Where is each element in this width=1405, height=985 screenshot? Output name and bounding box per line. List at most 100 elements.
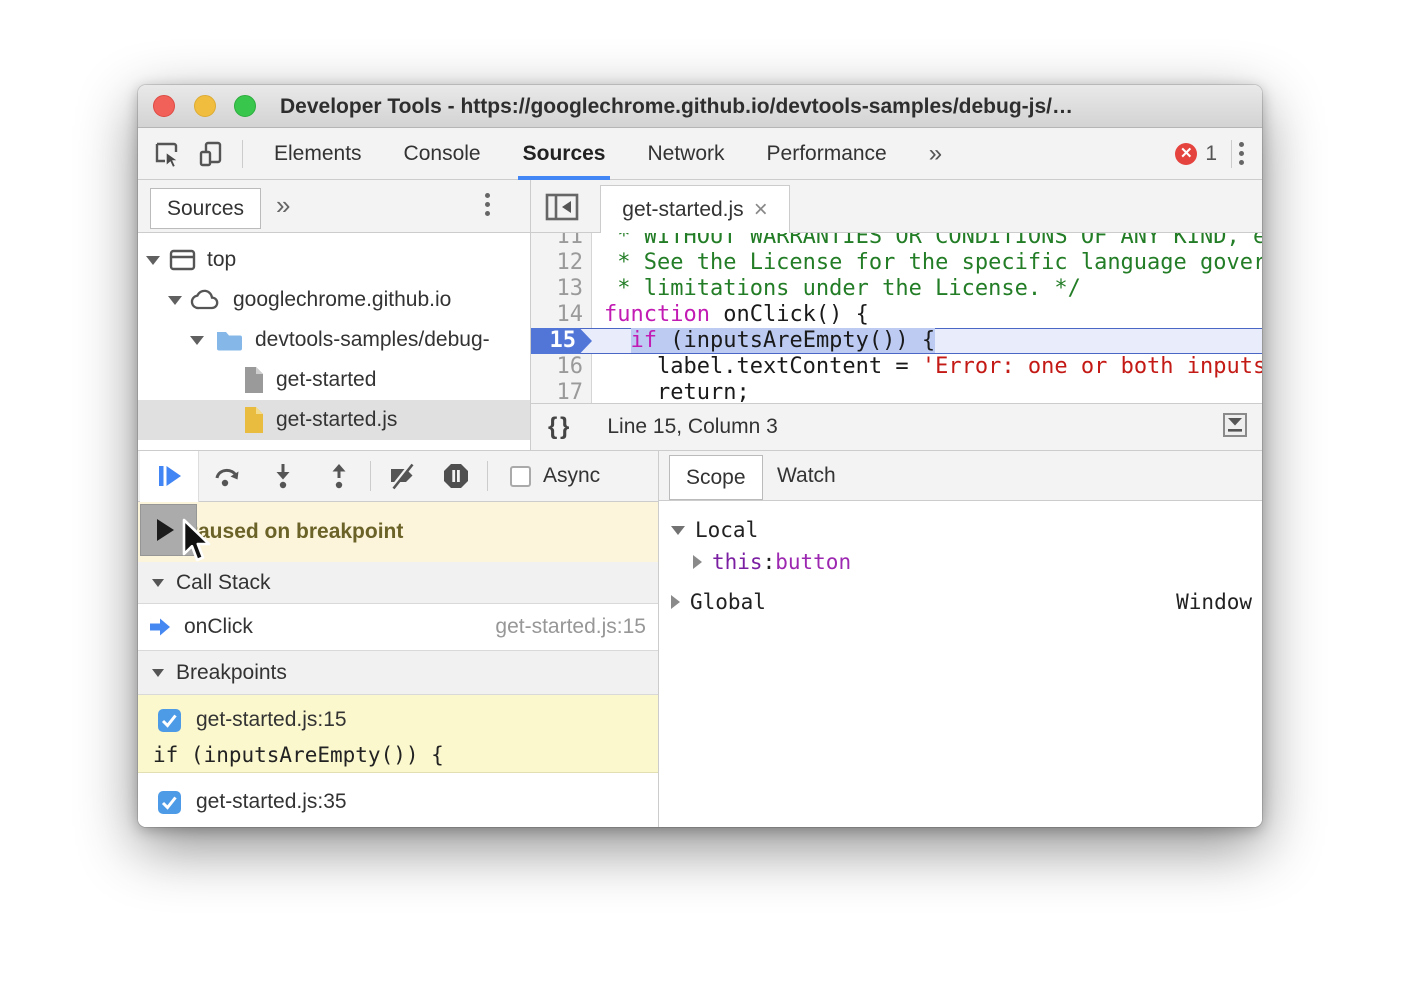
tree-item-get-started[interactable]: get-started <box>138 360 530 400</box>
code-line: 13 * limitations under the License. */ <box>530 276 1262 302</box>
tree-item-get-started-js[interactable]: get-started.js <box>138 400 530 440</box>
toolbar-divider <box>1231 140 1232 168</box>
scope-this-property[interactable]: this: button <box>659 547 1262 577</box>
debugger-toolbar: Async <box>138 451 658 502</box>
scope-pane-header: Scope Watch <box>659 451 1262 501</box>
main-toolbar: Elements Console Sources Network Perform… <box>138 128 1262 180</box>
pause-on-exceptions-button[interactable] <box>433 453 479 499</box>
breakpoint-code: if (inputsAreEmpty()) { <box>153 743 444 767</box>
device-toolbar-icon[interactable] <box>196 139 226 169</box>
error-badge-icon[interactable]: ✕ <box>1175 143 1197 165</box>
step-into-button[interactable] <box>260 453 306 499</box>
scope-local[interactable]: Local <box>659 515 1262 545</box>
toolbar-divider <box>242 140 243 168</box>
line-number[interactable]: 13 <box>530 276 592 302</box>
file-tree: top googlechrome.github.io devtools-samp… <box>138 233 530 452</box>
breakpoint-checkbox[interactable] <box>158 709 181 732</box>
tab-scope[interactable]: Scope <box>669 455 763 500</box>
expand-arrow-icon[interactable] <box>168 296 182 305</box>
collapse-arrow-icon <box>152 579 164 587</box>
step-over-button[interactable] <box>204 453 250 499</box>
title-bar: Developer Tools - https://googlechrome.g… <box>138 85 1262 128</box>
breakpoint-location: get-started.js:15 <box>196 708 347 732</box>
navigator-header: Sources » <box>138 180 530 233</box>
tree-item-top[interactable]: top <box>138 240 530 280</box>
js-file-icon <box>241 406 265 434</box>
scope-global[interactable]: Global Window <box>659 587 1262 617</box>
navigator-menu-icon[interactable] <box>484 193 490 216</box>
line-number[interactable]: 17 <box>530 380 592 403</box>
navigator-tab-sources[interactable]: Sources <box>150 188 261 229</box>
close-tab-icon[interactable]: × <box>754 200 768 220</box>
breakpoint-location: get-started.js:35 <box>196 790 347 814</box>
panel-expand-icon[interactable] <box>1222 412 1248 443</box>
code-line: 12 * See the License for the specific la… <box>530 250 1262 276</box>
navigator-more-tabs-chevron[interactable]: » <box>268 180 298 233</box>
async-label: Async <box>543 464 600 488</box>
minimize-window-button[interactable] <box>194 95 216 117</box>
code-line: 17 return; <box>530 380 1262 403</box>
expand-arrow-icon <box>693 555 702 569</box>
selected-code: if (inputsAreEmpty()) { <box>631 328 936 353</box>
line-number[interactable]: 14 <box>530 302 592 328</box>
tab-performance[interactable]: Performance <box>746 128 908 180</box>
close-window-button[interactable] <box>153 95 175 117</box>
paused-message: Paused on breakpoint <box>184 502 403 562</box>
code-line: 11 * WITHOUT WARRANTIES OR CONDITIONS OF… <box>530 233 1262 250</box>
step-out-button[interactable] <box>316 453 362 499</box>
editor-status-bar: { } Line 15, Column 3 <box>530 403 1262 450</box>
collapse-arrow-icon <box>671 526 685 535</box>
folder-icon <box>214 328 244 352</box>
tab-elements[interactable]: Elements <box>253 128 383 180</box>
collapse-arrow-icon <box>152 669 164 677</box>
expand-arrow-icon[interactable] <box>190 336 204 345</box>
scope-tree: Local this: button Global Window <box>659 502 1262 827</box>
devtools-window: Developer Tools - https://googlechrome.g… <box>138 85 1262 827</box>
execution-pointer-line-number[interactable]: 15 <box>530 328 592 354</box>
tab-sources[interactable]: Sources <box>502 128 627 180</box>
breakpoints-header[interactable]: Breakpoints <box>138 650 658 695</box>
line-number[interactable]: 12 <box>530 250 592 276</box>
active-tab-underline <box>518 176 611 180</box>
navigator-toggle-icon[interactable] <box>544 190 580 223</box>
global-value: Window <box>1176 590 1252 614</box>
tree-item-domain[interactable]: googlechrome.github.io <box>138 280 530 320</box>
mouse-cursor-icon <box>180 518 212 566</box>
window-title: Developer Tools - https://googlechrome.g… <box>280 85 1073 128</box>
devtools-menu-icon[interactable] <box>1238 142 1244 165</box>
tab-watch[interactable]: Watch <box>767 451 846 501</box>
async-checkbox[interactable] <box>510 466 531 487</box>
line-number[interactable]: 11 <box>530 233 592 250</box>
play-icon <box>157 519 174 541</box>
call-stack-header[interactable]: Call Stack <box>138 562 658 604</box>
file-icon <box>241 366 265 394</box>
expand-arrow-icon[interactable] <box>146 256 160 265</box>
breakpoint-item[interactable]: get-started.js:35 <box>138 773 658 827</box>
resume-script-button[interactable] <box>140 451 198 502</box>
code-line: 14 function onClick() { <box>530 302 1262 328</box>
more-tabs-chevron[interactable]: » <box>908 128 963 180</box>
code-editor[interactable]: 11 * WITHOUT WARRANTIES OR CONDITIONS OF… <box>530 233 1262 403</box>
line-number[interactable]: 16 <box>530 354 592 380</box>
code-line: 16 label.textContent = 'Error: one or bo… <box>530 354 1262 380</box>
pretty-print-icon[interactable]: { } <box>548 413 567 441</box>
deactivate-breakpoints-button[interactable] <box>379 453 425 499</box>
cloud-icon <box>190 288 222 312</box>
navigator-splitter[interactable] <box>530 180 531 450</box>
call-stack-frame[interactable]: onClick get-started.js:15 <box>138 604 658 650</box>
inspect-element-icon[interactable] <box>152 139 182 169</box>
tab-network[interactable]: Network <box>626 128 745 180</box>
tab-console[interactable]: Console <box>383 128 502 180</box>
editor-tab-get-started-js[interactable]: get-started.js × <box>600 185 790 233</box>
cursor-position: Line 15, Column 3 <box>607 415 777 439</box>
code-line-current: 15 if (inputsAreEmpty()) { <box>530 328 1262 354</box>
paused-banner: Paused on breakpoint <box>138 502 658 562</box>
breakpoint-item-active[interactable]: get-started.js:15 if (inputsAreEmpty()) … <box>138 695 658 773</box>
current-frame-arrow-icon <box>148 616 172 638</box>
tree-item-folder[interactable]: devtools-samples/debug- <box>138 320 530 360</box>
frame-location: get-started.js:15 <box>495 615 646 639</box>
zoom-window-button[interactable] <box>234 95 256 117</box>
error-count: 1 <box>1205 142 1217 166</box>
expand-arrow-icon <box>671 595 680 609</box>
breakpoint-checkbox[interactable] <box>158 791 181 814</box>
